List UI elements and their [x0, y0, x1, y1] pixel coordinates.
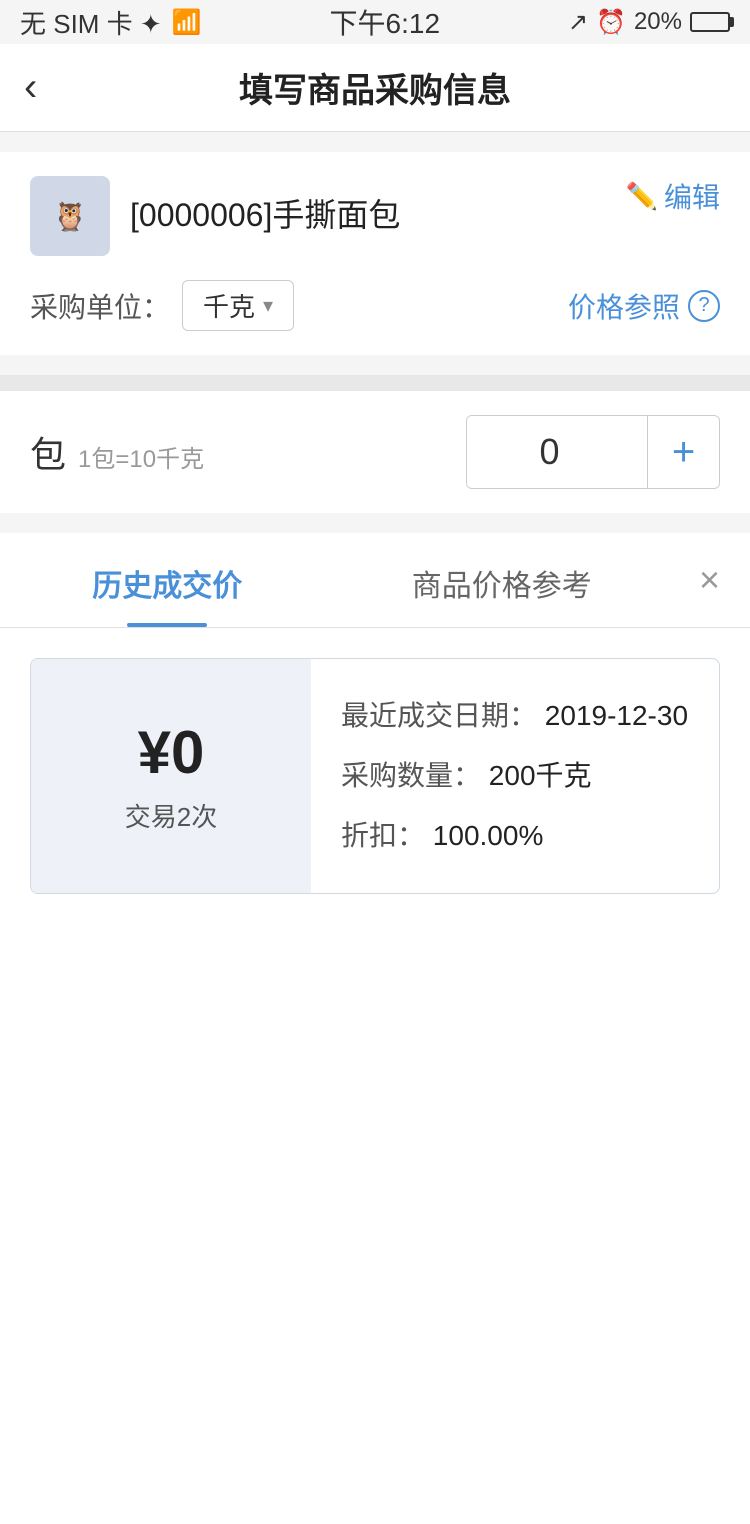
sim-status: 无 SIM 卡 ✦	[20, 4, 162, 41]
price-detail-discount: 折扣： 100.00%	[341, 815, 689, 857]
price-amount: ¥0	[138, 718, 205, 787]
product-thumbnail: 🦉	[30, 176, 110, 256]
status-bar: 无 SIM 卡 ✦ 📶 下午6:12 ↗ ⏰ 20%	[0, 0, 750, 44]
price-details: 最近成交日期： 2019-12-30 采购数量： 200千克 折扣： 100.0…	[311, 659, 719, 893]
recent-date-label: 最近成交日期：	[341, 700, 537, 731]
unit-left: 采购单位： 千克 ▾	[30, 280, 294, 331]
status-left: 无 SIM 卡 ✦ 📶	[20, 4, 202, 41]
product-left: 🦉 [0000006]手撕面包	[30, 176, 400, 256]
price-card: ¥0 交易2次 最近成交日期： 2019-12-30 采购数量： 200千克 折…	[30, 658, 720, 894]
quantity-unit: 包	[30, 426, 66, 478]
edit-button[interactable]: ✏️ 编辑	[626, 176, 720, 216]
quantity-label: 包 1包=10千克	[30, 426, 204, 478]
back-button[interactable]: ‹	[24, 65, 37, 110]
quantity-input-group: +	[466, 415, 720, 489]
status-time: 下午6:12	[330, 2, 441, 42]
product-thumb-icon: 🦉	[53, 200, 88, 233]
edit-label: 编辑	[664, 176, 720, 216]
unit-row: 采购单位： 千克 ▾ 价格参照 ?	[30, 280, 720, 331]
discount-value: 100.00%	[433, 820, 544, 851]
alarm-icon: ⏰	[596, 8, 626, 37]
unit-select[interactable]: 千克 ▾	[182, 280, 294, 331]
battery-icon	[690, 12, 730, 32]
help-icon: ?	[688, 290, 720, 322]
unit-label: 采购单位：	[30, 286, 170, 326]
battery-percent: 20%	[634, 8, 682, 36]
price-detail-quantity: 采购数量： 200千克	[341, 755, 689, 797]
quantity-conversion: 1包=10千克	[78, 439, 204, 474]
price-summary: ¥0 交易2次	[31, 659, 311, 893]
tab-history-price[interactable]: 历史成交价	[0, 533, 334, 627]
tab-close-button[interactable]: ×	[669, 559, 750, 601]
section-divider	[0, 375, 750, 391]
purchase-qty-value: 200千克	[489, 760, 592, 791]
price-detail-date: 最近成交日期： 2019-12-30	[341, 695, 689, 737]
quantity-plus-button[interactable]: +	[647, 416, 719, 488]
price-ref-label: 价格参照	[568, 286, 680, 326]
bottom-space	[0, 924, 750, 1524]
history-content: ¥0 交易2次 最近成交日期： 2019-12-30 采购数量： 200千克 折…	[0, 628, 750, 924]
wifi-icon: 📶	[172, 8, 202, 37]
product-card: 🦉 [0000006]手撕面包 ✏️ 编辑 采购单位： 千克 ▾ 价格参照 ?	[0, 152, 750, 355]
status-right: ↗ ⏰ 20%	[568, 8, 730, 37]
product-header: 🦉 [0000006]手撕面包 ✏️ 编辑	[30, 176, 720, 256]
quantity-row: 包 1包=10千克 +	[0, 391, 750, 513]
edit-icon: ✏️	[626, 181, 658, 212]
page-title: 填写商品采购信息	[239, 63, 511, 112]
tab-product-price[interactable]: 商品价格参考	[334, 533, 668, 627]
quantity-input[interactable]	[467, 416, 647, 488]
tab-panel: 历史成交价 商品价格参考 × ¥0 交易2次 最近成交日期： 2019-12-3…	[0, 533, 750, 924]
nav-bar: ‹ 填写商品采购信息	[0, 44, 750, 132]
price-reference-button[interactable]: 价格参照 ?	[568, 286, 720, 326]
price-trades: 交易2次	[125, 797, 217, 834]
discount-label: 折扣：	[341, 820, 425, 851]
product-name: [0000006]手撕面包	[130, 195, 400, 237]
recent-date-value: 2019-12-30	[545, 700, 688, 731]
tab-bar: 历史成交价 商品价格参考 ×	[0, 533, 750, 628]
location-icon: ↗	[568, 8, 588, 37]
chevron-down-icon: ▾	[263, 293, 273, 318]
purchase-qty-label: 采购数量：	[341, 760, 481, 791]
unit-value: 千克	[203, 287, 255, 324]
